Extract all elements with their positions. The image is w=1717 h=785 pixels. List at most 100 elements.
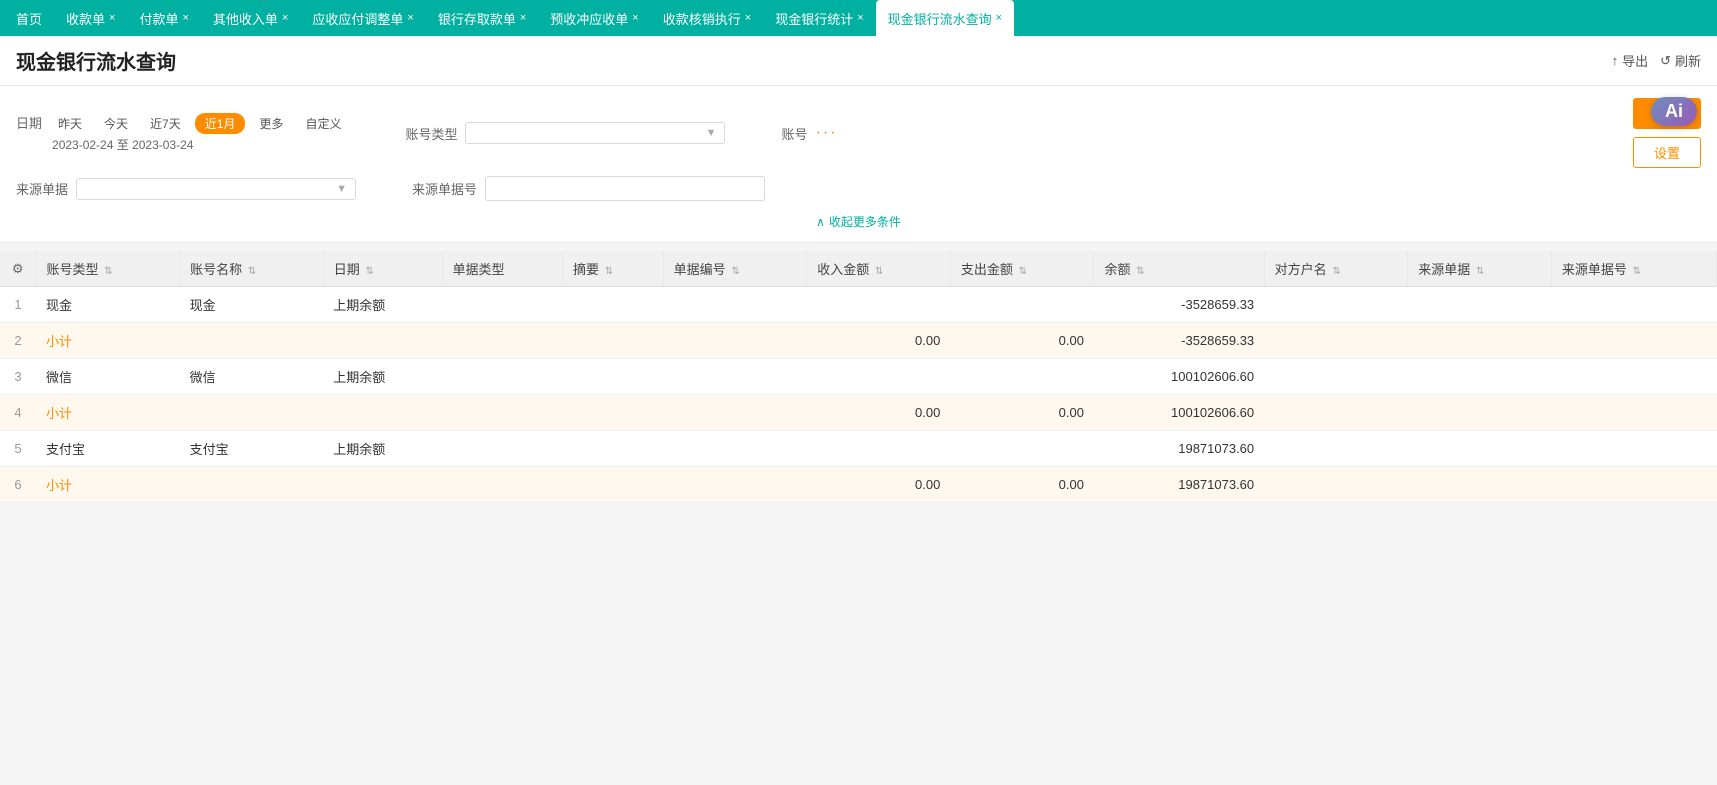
cell-source-doc xyxy=(1408,431,1552,467)
table-row: 4 小计 0.00 0.00 100102606.60 xyxy=(0,395,1717,431)
source-doc-select[interactable]: ▼ xyxy=(76,178,356,200)
top-nav: 首页 收款单 × 付款单 × 其他收入单 × 应收应付调整单 × 银行存取款单 … xyxy=(0,0,1717,36)
cell-doc-type xyxy=(442,395,562,431)
table-row: 1 现金 现金 上期余额 -3528659.33 xyxy=(0,287,1717,323)
cell-account-type: 支付宝 xyxy=(36,431,180,467)
filter-row-source: 来源单据 ▼ 来源单据号 xyxy=(16,176,1701,201)
nav-item-receipt[interactable]: 收款单 × xyxy=(54,0,127,36)
sort-summary-icon[interactable]: ⇅ xyxy=(605,266,613,277)
sort-expense-icon[interactable]: ⇅ xyxy=(1019,266,1027,277)
export-icon: ↑ xyxy=(1612,53,1619,68)
cell-source-doc xyxy=(1408,359,1552,395)
cell-expense: 0.00 xyxy=(950,323,1094,359)
col-doc-type: 单据类型 xyxy=(442,251,562,287)
cell-account-type: 小计 xyxy=(36,395,180,431)
sort-source-doc-no-icon[interactable]: ⇅ xyxy=(1632,266,1640,277)
cell-num: 2 xyxy=(0,323,36,359)
cell-summary xyxy=(562,395,663,431)
settings-icon[interactable]: ⚙ xyxy=(12,261,24,276)
sort-doc-no-icon[interactable]: ⇅ xyxy=(731,266,739,277)
nav-close-bank-deposit[interactable]: × xyxy=(520,12,526,24)
date-btn-1month[interactable]: 近1月 xyxy=(195,113,246,134)
cell-summary xyxy=(562,287,663,323)
cell-account-type: 小计 xyxy=(36,467,180,503)
sort-income-icon[interactable]: ⇅ xyxy=(875,266,883,277)
col-settings[interactable]: ⚙ xyxy=(0,251,36,287)
nav-item-advance[interactable]: 预收冲应收单 × xyxy=(538,0,650,36)
nav-close-receipt[interactable]: × xyxy=(109,12,115,24)
nav-item-home[interactable]: 首页 xyxy=(4,0,54,36)
setting-button[interactable]: 设置 xyxy=(1633,137,1701,168)
date-btn-today[interactable]: 今天 xyxy=(96,113,136,134)
cell-summary xyxy=(562,323,663,359)
cell-account-name xyxy=(180,323,324,359)
date-options: 昨天 今天 近7天 近1月 更多 自定义 xyxy=(50,113,349,134)
nav-item-other-income[interactable]: 其他收入单 × xyxy=(201,0,300,36)
header-actions: ↑ 导出 ↺ 刷新 xyxy=(1612,51,1701,70)
refresh-button[interactable]: ↺ 刷新 xyxy=(1660,51,1701,70)
cell-doc-type xyxy=(442,323,562,359)
cell-date: 上期余额 xyxy=(323,431,442,467)
ai-badge[interactable]: Ai xyxy=(1651,97,1697,126)
col-doc-no: 单据编号 ⇅ xyxy=(663,251,807,287)
nav-close-payment[interactable]: × xyxy=(182,12,188,24)
cell-counterparty xyxy=(1264,287,1408,323)
sort-source-doc-icon[interactable]: ⇅ xyxy=(1476,266,1484,277)
cell-balance: -3528659.33 xyxy=(1094,287,1264,323)
export-button[interactable]: ↑ 导出 xyxy=(1612,51,1649,70)
nav-item-bank-stats[interactable]: 现金银行统计 × xyxy=(763,0,875,36)
nav-item-verify[interactable]: 收款核销执行 × xyxy=(651,0,763,36)
nav-close-advance[interactable]: × xyxy=(632,12,638,24)
cell-expense xyxy=(950,431,1094,467)
date-btn-yesterday[interactable]: 昨天 xyxy=(50,113,90,134)
cell-num: 5 xyxy=(0,431,36,467)
nav-close-other-income[interactable]: × xyxy=(282,12,288,24)
nav-close-bank-stats[interactable]: × xyxy=(857,12,863,24)
nav-close-bank-flow[interactable]: × xyxy=(996,12,1002,24)
sort-counterparty-icon[interactable]: ⇅ xyxy=(1332,266,1340,277)
cell-doc-no xyxy=(663,359,807,395)
account-type-select[interactable]: ▼ xyxy=(465,122,725,144)
cell-source-doc-no xyxy=(1551,431,1716,467)
cell-doc-type xyxy=(442,287,562,323)
table-header-row: ⚙ 账号类型 ⇅ 账号名称 ⇅ 日期 ⇅ 单据类型 摘要 xyxy=(0,251,1717,287)
date-btn-7days[interactable]: 近7天 xyxy=(142,113,189,134)
sort-balance-icon[interactable]: ⇅ xyxy=(1136,266,1144,277)
cell-counterparty xyxy=(1264,359,1408,395)
account-ellipsis-button[interactable]: ··· xyxy=(815,124,837,142)
date-btn-custom[interactable]: 自定义 xyxy=(297,113,349,134)
sort-date-icon[interactable]: ⇅ xyxy=(365,266,373,277)
nav-close-adjust[interactable]: × xyxy=(407,12,413,24)
collapse-bar[interactable]: ∧ 收起更多条件 xyxy=(16,209,1701,234)
cell-num: 3 xyxy=(0,359,36,395)
cell-doc-type xyxy=(442,467,562,503)
cell-source-doc xyxy=(1408,467,1552,503)
source-doc-no-input[interactable] xyxy=(485,176,765,201)
cell-income: 0.00 xyxy=(807,323,951,359)
cell-doc-no xyxy=(663,395,807,431)
account-label: 账号 xyxy=(781,124,807,143)
col-source-doc-no: 来源单据号 ⇅ xyxy=(1551,251,1716,287)
sort-account-type-icon[interactable]: ⇅ xyxy=(104,266,112,277)
cell-balance: 19871073.60 xyxy=(1094,467,1264,503)
cell-doc-type xyxy=(442,431,562,467)
nav-item-bank-deposit[interactable]: 银行存取款单 × xyxy=(426,0,538,36)
nav-item-adjust[interactable]: 应收应付调整单 × xyxy=(300,0,425,36)
table-row: 3 微信 微信 上期余额 100102606.60 xyxy=(0,359,1717,395)
nav-item-bank-flow[interactable]: 现金银行流水查询 × xyxy=(876,0,1014,36)
sort-account-name-icon[interactable]: ⇅ xyxy=(248,266,256,277)
nav-item-payment[interactable]: 付款单 × xyxy=(127,0,200,36)
date-btn-more[interactable]: 更多 xyxy=(251,113,291,134)
cell-counterparty xyxy=(1264,323,1408,359)
source-doc-arrow-icon: ▼ xyxy=(336,183,347,195)
cell-source-doc xyxy=(1408,323,1552,359)
nav-close-verify[interactable]: × xyxy=(745,12,751,24)
col-account-name: 账号名称 ⇅ xyxy=(180,251,324,287)
page-header: 现金银行流水查询 ↑ 导出 ↺ 刷新 xyxy=(0,36,1717,86)
col-source-doc: 来源单据 ⇅ xyxy=(1408,251,1552,287)
cell-num: 6 xyxy=(0,467,36,503)
cell-account-name: 现金 xyxy=(180,287,324,323)
table-body: 1 现金 现金 上期余额 -3528659.33 2 小计 0.00 0.00 … xyxy=(0,287,1717,503)
cell-source-doc-no xyxy=(1551,287,1716,323)
cell-income xyxy=(807,359,951,395)
